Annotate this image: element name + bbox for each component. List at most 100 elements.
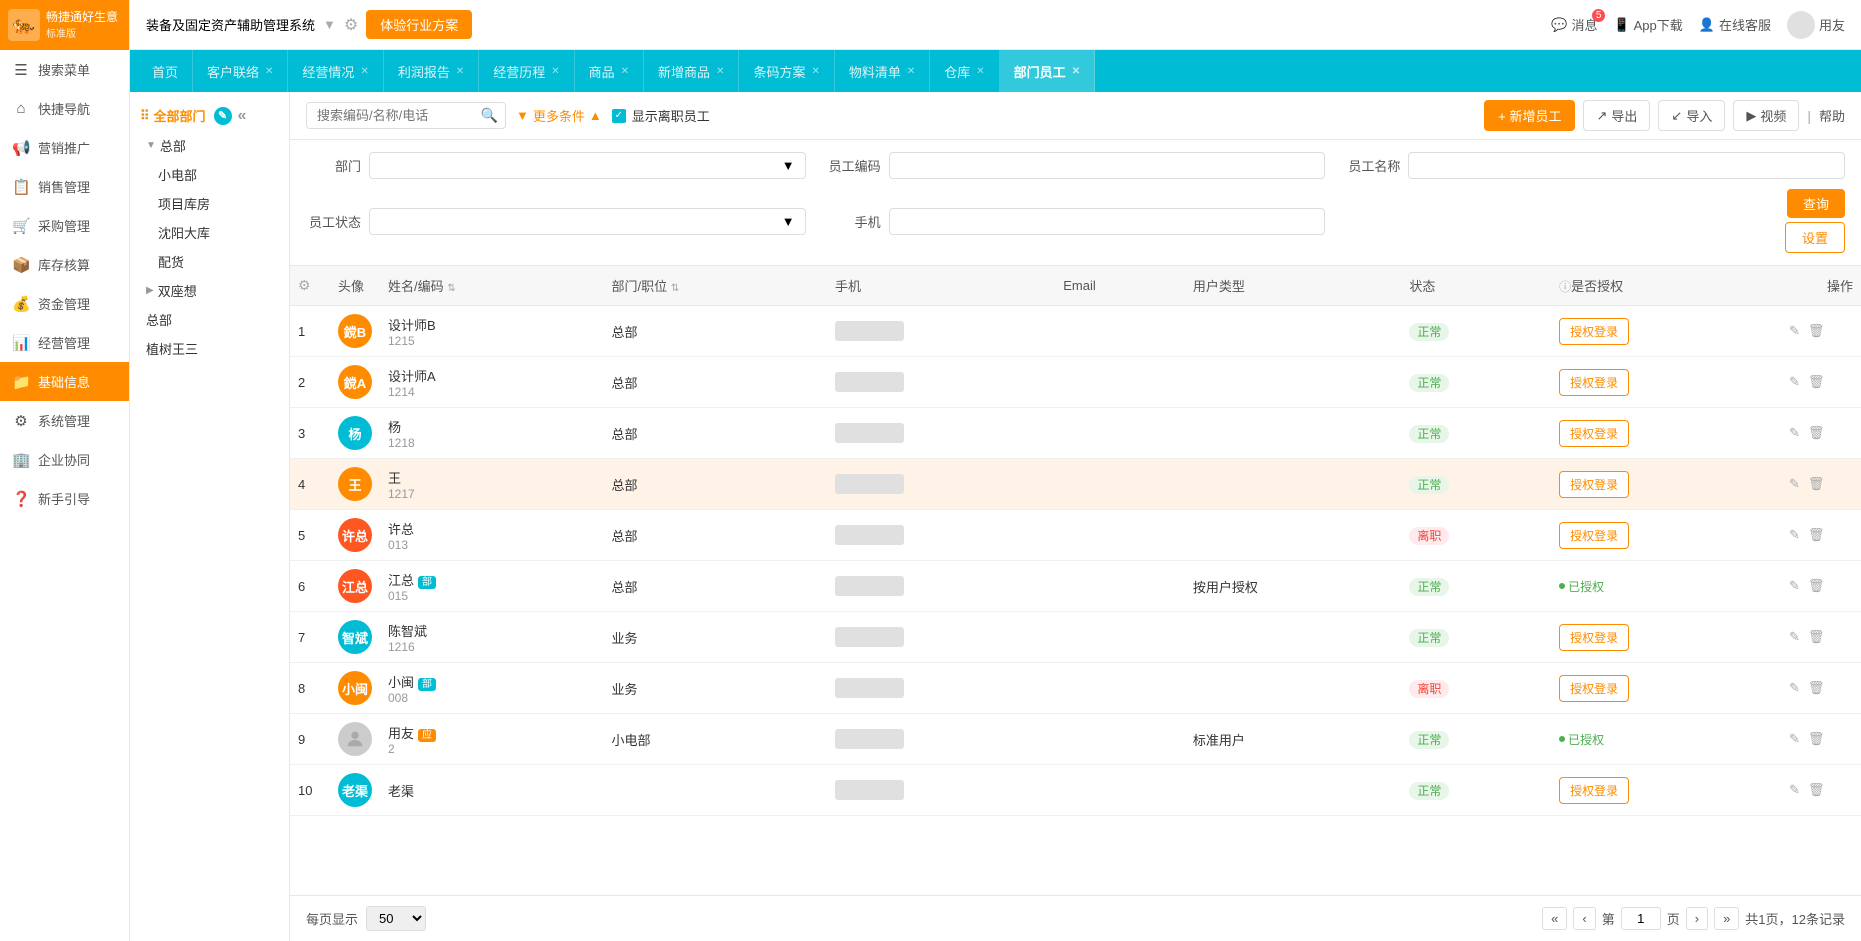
last-page-btn[interactable]: » — [1714, 907, 1739, 930]
delete-icon[interactable]: 🗑 — [1808, 782, 1825, 798]
sidebar-item-marketing[interactable]: 📢营销推广 — [0, 128, 129, 167]
delete-icon[interactable]: 🗑 — [1808, 374, 1825, 390]
message-btn[interactable]: 💬 消息 5 — [1551, 15, 1597, 34]
delete-icon[interactable]: 🗑 — [1808, 731, 1825, 747]
edit-icon[interactable]: ✎ — [1789, 476, 1800, 492]
auth-btn[interactable]: 授权登录 — [1559, 777, 1629, 804]
more-filter-btn[interactable]: ▼ 更多条件 ▲ — [516, 106, 602, 125]
delete-icon[interactable]: 🗑 — [1808, 527, 1825, 543]
sidebar-item-finance[interactable]: 💰资金管理 — [0, 284, 129, 323]
page-input[interactable] — [1621, 907, 1661, 930]
tree-item-distribution[interactable]: 配货 — [130, 247, 289, 276]
tab-history[interactable]: 经营历程✕ — [479, 50, 574, 92]
tab-close-warehouse[interactable]: ✕ — [976, 66, 984, 77]
sidebar-item-quick-nav[interactable]: ⌂快捷导航 — [0, 89, 129, 128]
emp-code-input[interactable] — [889, 152, 1326, 179]
sidebar-item-operations[interactable]: 📊经营管理 — [0, 323, 129, 362]
help-btn[interactable]: 帮助 — [1819, 106, 1845, 125]
delete-icon[interactable]: 🗑 — [1808, 425, 1825, 441]
set-btn[interactable]: 设置 — [1785, 222, 1845, 253]
edit-icon[interactable]: ✎ — [1789, 323, 1800, 339]
tab-operations[interactable]: 经营情况✕ — [288, 50, 383, 92]
dept-collapse-icon[interactable]: « — [238, 107, 247, 125]
delete-icon[interactable]: 🗑 — [1808, 476, 1825, 492]
col-name[interactable]: 姓名/编码 ⇅ — [380, 266, 603, 306]
delete-icon[interactable]: 🗑 — [1808, 629, 1825, 645]
view-btn[interactable]: ▶ 视频 — [1733, 100, 1799, 131]
tab-home[interactable]: 首页 — [138, 50, 193, 92]
tab-close-barcode[interactable]: ✕ — [811, 66, 819, 77]
settings-icon[interactable]: ⚙ — [344, 15, 358, 35]
auth-btn[interactable]: 授权登录 — [1559, 522, 1629, 549]
tab-new-goods[interactable]: 新增商品✕ — [644, 50, 739, 92]
sidebar-item-basic-info[interactable]: 📁基础信息 — [0, 362, 129, 401]
edit-icon[interactable]: ✎ — [1789, 527, 1800, 543]
user-menu-btn[interactable]: 用友 — [1787, 11, 1845, 39]
sidebar-item-sales[interactable]: 📋销售管理 — [0, 167, 129, 206]
tab-close-customer[interactable]: ✕ — [265, 66, 273, 77]
app-download-btn[interactable]: 📱 App下载 — [1613, 15, 1682, 34]
edit-icon[interactable]: ✎ — [1789, 731, 1800, 747]
sidebar-item-inventory[interactable]: 📦库存核算 — [0, 245, 129, 284]
tab-close-bom[interactable]: ✕ — [907, 66, 915, 77]
phone-input[interactable] — [889, 208, 1326, 235]
search-input[interactable] — [306, 102, 506, 129]
system-dropdown-icon[interactable]: ▼ — [323, 17, 336, 32]
tree-item-small-electric[interactable]: 小电部 — [130, 160, 289, 189]
auth-btn[interactable]: 授权登录 — [1559, 369, 1629, 396]
tab-customer[interactable]: 客户联络✕ — [193, 50, 288, 92]
next-page-btn[interactable]: › — [1686, 907, 1708, 930]
tree-item-plant-king[interactable]: 植树王三 — [130, 334, 289, 363]
auth-btn[interactable]: 授权登录 — [1559, 420, 1629, 447]
col-dept[interactable]: 部门/职位 ⇅ — [603, 266, 826, 306]
tab-profit[interactable]: 利润报告✕ — [384, 50, 479, 92]
tab-close-employees[interactable]: ✕ — [1072, 66, 1080, 77]
edit-icon[interactable]: ✎ — [1789, 629, 1800, 645]
col-settings[interactable]: ⚙ — [290, 266, 330, 306]
tab-close-new-goods[interactable]: ✕ — [716, 66, 724, 77]
edit-icon[interactable]: ✎ — [1789, 578, 1800, 594]
emp-name-input[interactable] — [1408, 152, 1845, 179]
dept-filter-select[interactable]: ▼ — [369, 152, 806, 179]
tree-item-project-room[interactable]: 项目库房 — [130, 189, 289, 218]
tab-close-operations[interactable]: ✕ — [360, 66, 368, 77]
first-page-btn[interactable]: « — [1542, 907, 1567, 930]
authorized-info-icon[interactable]: ⓘ — [1559, 280, 1571, 294]
query-btn[interactable]: 查询 — [1787, 189, 1845, 218]
tab-goods[interactable]: 商品✕ — [575, 50, 644, 92]
tree-item-hq[interactable]: 总部 — [130, 305, 289, 334]
sidebar-item-system[interactable]: ⚙系统管理 — [0, 401, 129, 440]
edit-icon[interactable]: ✎ — [1789, 680, 1800, 696]
auth-btn[interactable]: 授权登录 — [1559, 471, 1629, 498]
delete-icon[interactable]: 🗑 — [1808, 680, 1825, 696]
delete-icon[interactable]: 🗑 — [1808, 323, 1825, 339]
tab-warehouse[interactable]: 仓库✕ — [930, 50, 999, 92]
add-employee-btn[interactable]: + 新增员工 — [1484, 100, 1575, 131]
tree-item-shenyang[interactable]: 沈阳大库 — [130, 218, 289, 247]
edit-icon[interactable]: ✎ — [1789, 782, 1800, 798]
sidebar-item-search-menu[interactable]: ☰搜索菜单 — [0, 50, 129, 89]
tab-close-history[interactable]: ✕ — [551, 66, 559, 77]
tab-close-profit[interactable]: ✕ — [456, 66, 464, 77]
auth-btn[interactable]: 授权登录 — [1559, 675, 1629, 702]
edit-icon[interactable]: ✎ — [1789, 374, 1800, 390]
show-resigned-toggle[interactable]: ✓ 显示离职员工 — [612, 106, 710, 125]
tab-close-goods[interactable]: ✕ — [621, 66, 629, 77]
tab-employees[interactable]: 部门员工✕ — [1000, 50, 1095, 92]
auth-btn[interactable]: 授权登录 — [1559, 318, 1629, 345]
tree-item-headquarter[interactable]: ▼ 总部 — [130, 131, 289, 160]
online-service-btn[interactable]: 👤 在线客服 — [1699, 15, 1771, 34]
export-btn[interactable]: ↗ 导出 — [1583, 100, 1650, 131]
tab-barcode[interactable]: 条码方案✕ — [739, 50, 834, 92]
tree-item-double-seat[interactable]: ▶ 双座想 — [130, 276, 289, 305]
import-btn[interactable]: ↙ 导入 — [1658, 100, 1725, 131]
delete-icon[interactable]: 🗑 — [1808, 578, 1825, 594]
per-page-select[interactable]: 50 20 100 — [366, 906, 426, 931]
tab-bom[interactable]: 物料清单✕ — [835, 50, 930, 92]
sidebar-item-purchase[interactable]: 🛒采购管理 — [0, 206, 129, 245]
auth-btn[interactable]: 授权登录 — [1559, 624, 1629, 651]
dept-edit-icon[interactable]: ✎ — [214, 107, 232, 125]
edit-icon[interactable]: ✎ — [1789, 425, 1800, 441]
sidebar-item-company[interactable]: 🏢企业协同 — [0, 440, 129, 479]
status-filter-select[interactable]: ▼ — [369, 208, 806, 235]
